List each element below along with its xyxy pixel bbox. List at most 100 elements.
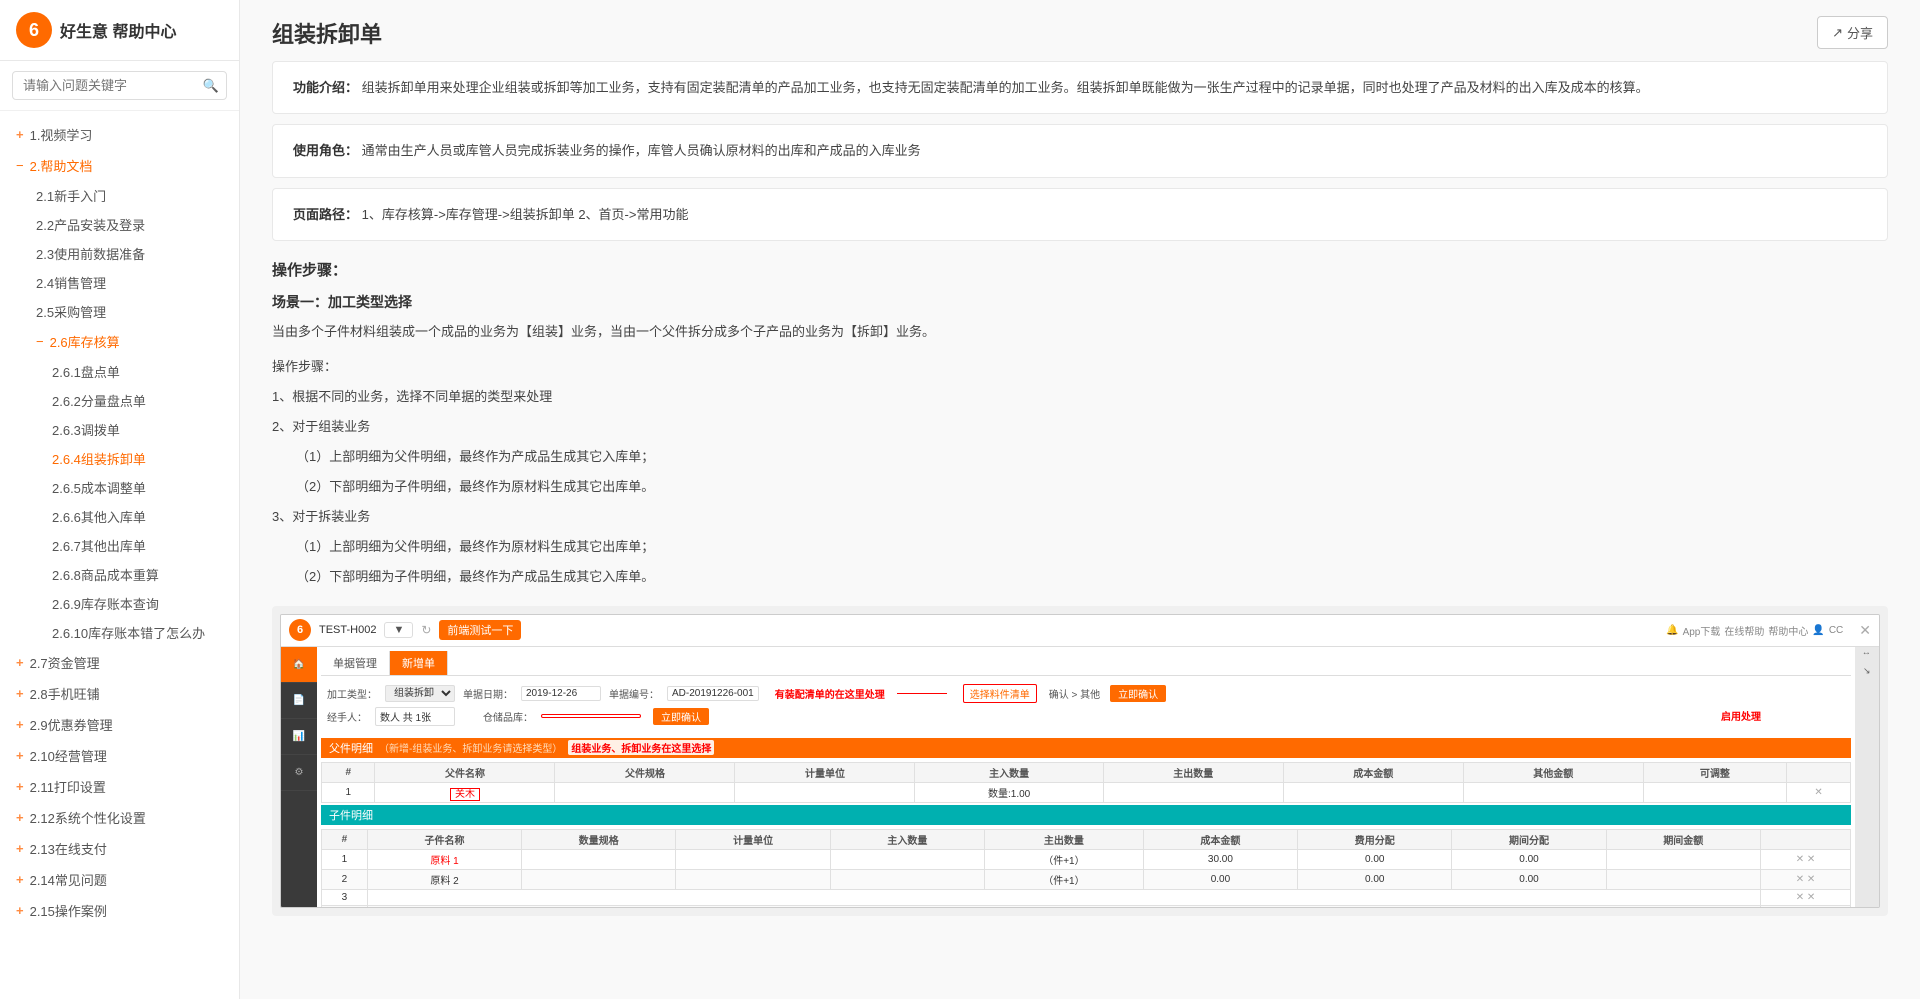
screenshot-body: 🏠 📄 📊 ⚙ 单据管理 新增单 (281, 647, 1879, 907)
ss-right-icon2[interactable]: ↗ (1862, 667, 1872, 675)
sidebar-item-label: 1.视频学习 (30, 125, 93, 144)
content-body: 功能介绍： 组装拆卸单用来处理企业组装或拆卸等加工业务，支持有固定装配清单的产品… (240, 61, 1920, 948)
ops-steps-title: 操作步骤： (272, 259, 1888, 280)
ss-select-bom-btn[interactable]: 选择料件清单 (963, 684, 1037, 703)
sidebar-item-inventory[interactable]: − 2.6库存核算 (0, 326, 239, 357)
ss-table-title-text: 父件明细 (329, 740, 373, 756)
annotation1: 有装配清单的在这里处理 (775, 686, 885, 701)
sub-td-out: （件+1） (985, 869, 1144, 889)
sub-td-spec (522, 849, 676, 869)
sidebar-item-262[interactable]: 2.6.2分量盘点单 (0, 386, 239, 415)
ss-center-icon: 帮助中心 (1768, 623, 1808, 638)
path-label: 页面路径： (293, 207, 358, 222)
sidebar-item-263[interactable]: 2.6.3调拨单 (0, 415, 239, 444)
sidebar-item-267[interactable]: 2.6.7其他出库单 (0, 531, 239, 560)
ss-dropdown[interactable]: ▼ (384, 622, 413, 638)
main-content: 组装拆卸单 ↗ 分享 功能介绍： 组装拆卸单用来处理企业组装或拆卸等加工业务，支… (240, 0, 1920, 999)
ss-warehouse-label: 仓储品库： (483, 709, 533, 724)
sub-td-action[interactable]: ✕ ✕ (1760, 905, 1850, 907)
ss-new-btn[interactable]: 前端测试一下 (439, 620, 521, 640)
ss-tab-new[interactable]: 新增单 (390, 651, 448, 675)
th-action (1787, 762, 1851, 782)
expand-icon: + (16, 841, 24, 856)
sidebar-item-video[interactable]: + 1.视频学习 (0, 119, 239, 150)
sidebar-item-sales[interactable]: 2.4销售管理 (0, 268, 239, 297)
sub-th-index: # (322, 829, 368, 849)
ss-nav-chart[interactable]: 📊 (281, 719, 317, 755)
screenshot-table-sub: # 子件名称 数量规格 计量单位 主入数量 主出数量 成本金额 费用分配 期间分 (321, 829, 1851, 907)
sub-table-row: 2 原料 2 （件+1） 0.00 0.00 0.00 (322, 869, 1851, 889)
step3: 3、对于拆装业务 (272, 504, 1888, 530)
ss-warehouse-value[interactable] (541, 714, 641, 718)
sidebar-item-mgmt[interactable]: + 2.10经营管理 (0, 740, 239, 771)
td-parent-name: 关木 (375, 782, 555, 802)
sub-td-action[interactable]: ✕ ✕ (1760, 889, 1850, 905)
ss-confirm-btn[interactable]: 立即确认 (1110, 685, 1166, 702)
sub-th-unit: 计量单位 (676, 829, 830, 849)
sidebar-item-payment[interactable]: + 2.13在线支付 (0, 833, 239, 864)
sidebar-header: 6 好生意 帮助中心 (0, 0, 239, 61)
sub-table-row: 3 ✕ ✕ (322, 889, 1851, 905)
sidebar-item-2610[interactable]: 2.6.10库存账本错了怎么办 (0, 618, 239, 647)
sub-td-period-amt (1606, 869, 1760, 889)
sub-td-dist: 0.00 (1298, 869, 1452, 889)
sub-td-dist: 0.00 (1298, 849, 1452, 869)
ss-nav-home[interactable]: 🏠 (281, 647, 317, 683)
sidebar-item-coupon[interactable]: + 2.9优惠券管理 (0, 709, 239, 740)
sidebar-item-cases[interactable]: + 2.15操作案例 (0, 895, 239, 926)
th-cost: 成本金额 (1283, 762, 1463, 782)
screenshot-topbar: 6 TEST-H002 ▼ ↻ 前端测试一下 🔔 App下载 在线帮助 帮助中心… (281, 615, 1879, 647)
sidebar-item-264[interactable]: 2.6.4组装拆卸单 (0, 444, 239, 473)
screenshot-parent-table: # 父件名称 父件规格 计量单位 主入数量 主出数量 成本金额 其他金额 可调整 (321, 758, 1851, 803)
share-button[interactable]: ↗ 分享 (1817, 16, 1888, 49)
sidebar-item-266[interactable]: 2.6.6其他入库单 (0, 502, 239, 531)
step3-1: （1）上部明细为父件明细，最终作为原材料生成其它出库单； (272, 534, 1888, 560)
sidebar-item-install[interactable]: 2.2产品安装及登录 (0, 210, 239, 239)
sidebar-item-data-prep[interactable]: 2.3使用前数据准备 (0, 239, 239, 268)
sub-td-index: 1 (322, 849, 368, 869)
share-icon: ↗ (1832, 25, 1843, 41)
sidebar-item-docs[interactable]: − 2.帮助文档 (0, 150, 239, 181)
sub-td-action[interactable]: ✕ ✕ (1760, 869, 1850, 889)
td-index: 1 (322, 782, 375, 802)
expand-icon: + (16, 903, 24, 918)
sidebar-item-finance[interactable]: + 2.7资金管理 (0, 647, 239, 678)
logo-icon: 6 (16, 12, 52, 48)
table-header-row: # 父件名称 父件规格 计量单位 主入数量 主出数量 成本金额 其他金额 可调整 (322, 762, 1851, 782)
sub-th-period: 期间分配 (1452, 829, 1606, 849)
sidebar-item-print[interactable]: + 2.11打印设置 (0, 771, 239, 802)
ss-nav-settings[interactable]: ⚙ (281, 755, 317, 791)
sub-table-header-row: # 子件名称 数量规格 计量单位 主入数量 主出数量 成本金额 费用分配 期间分 (322, 829, 1851, 849)
sidebar-item-faq[interactable]: + 2.14常见问题 (0, 864, 239, 895)
ss-billno-label: 单据编号： (609, 686, 659, 701)
sub-td-period: 0.00 (1452, 869, 1606, 889)
scenario1-title: 场景一：加工类型选择 (272, 292, 1888, 312)
sidebar-item-mobile[interactable]: + 2.8手机旺铺 (0, 678, 239, 709)
ss-avatar: 👤 (1812, 625, 1824, 636)
sub-td-unit (676, 869, 830, 889)
search-input[interactable] (12, 71, 227, 100)
ss-type-select[interactable]: 组装拆卸 (385, 685, 455, 702)
ss-right-icon1[interactable]: ↕ (1862, 651, 1872, 656)
ss-nav-docs[interactable]: 📄 (281, 683, 317, 719)
sidebar-item-261[interactable]: 2.6.1盘点单 (0, 357, 239, 386)
scenario1-desc: 当由多个子件材料组装成一个成品的业务为【组装】业务，当由一个父件拆分成多个子产品… (272, 320, 1888, 343)
sub-td-action[interactable]: ✕ ✕ (1760, 849, 1850, 869)
ss-tab-list[interactable]: 单据管理 (321, 651, 390, 675)
ss-close-icon[interactable]: ✕ (1859, 622, 1871, 639)
td-action[interactable]: ✕ (1787, 782, 1851, 802)
sidebar-item-newuser[interactable]: 2.1新手入门 (0, 181, 239, 210)
expand-icon: + (16, 717, 24, 732)
sub-td-index: 3 (322, 889, 368, 905)
sidebar-item-268[interactable]: 2.6.8商品成本重算 (0, 560, 239, 589)
screenshot-right-panel: ↕ ↗ (1855, 647, 1879, 907)
ss-confirm2-btn[interactable]: 立即确认 (653, 708, 709, 725)
sidebar-item-custom[interactable]: + 2.12系统个性化设置 (0, 802, 239, 833)
sub-td-index: 2 (322, 869, 368, 889)
th-parent-spec: 父件规格 (555, 762, 735, 782)
td-out-qty (1103, 782, 1283, 802)
screenshot-container: 6 TEST-H002 ▼ ↻ 前端测试一下 🔔 App下载 在线帮助 帮助中心… (272, 606, 1888, 916)
sidebar-item-269[interactable]: 2.6.9库存账本查询 (0, 589, 239, 618)
sidebar-item-purchase[interactable]: 2.5采购管理 (0, 297, 239, 326)
sidebar-item-265[interactable]: 2.6.5成本调整单 (0, 473, 239, 502)
